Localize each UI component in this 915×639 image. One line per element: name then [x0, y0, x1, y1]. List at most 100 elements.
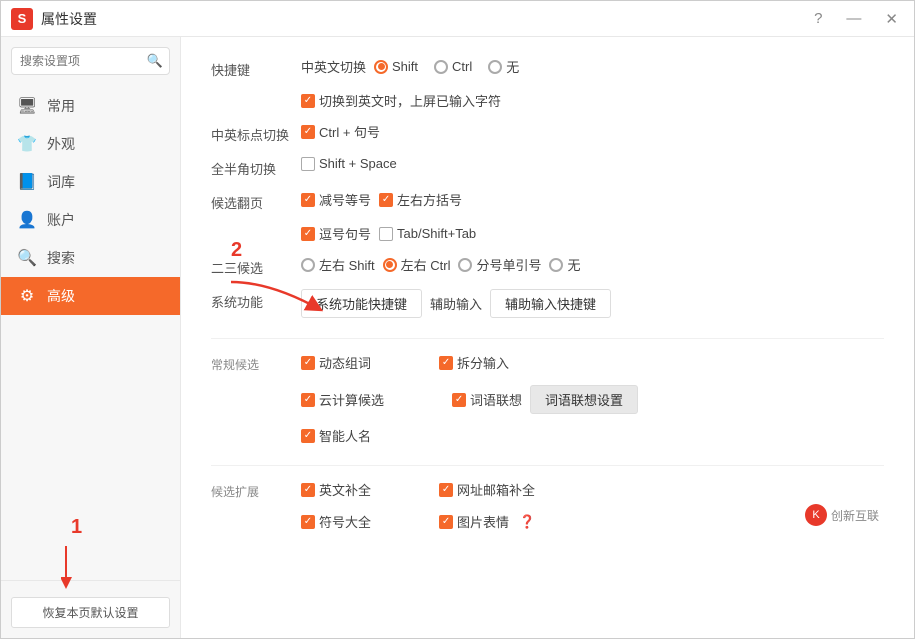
expand-row2: 符号大全 图片表情 ❓ [211, 512, 884, 531]
sidebar-item-appearance[interactable]: 👕 外观 [1, 125, 180, 163]
expand-cb4-box [439, 515, 453, 529]
sidebar-label-general: 常用 [47, 96, 75, 116]
punct-switch-content: Ctrl + 句号 [301, 122, 884, 141]
c23-radio2-circle [383, 258, 397, 272]
halfwidth-checkbox-box [301, 157, 315, 171]
radio-ctrl[interactable]: Ctrl [434, 59, 472, 74]
sidebar-item-search[interactable]: 🔍 搜索 [1, 239, 180, 277]
candidate-label: 常规候选 [211, 353, 301, 373]
pageturn-cb3[interactable]: 逗号句号 [301, 224, 371, 243]
help-icon: ❓ [519, 514, 535, 530]
content-wrapper: 快捷键 中英文切换 Shift Ctrl [211, 57, 884, 531]
pageturn-cb4[interactable]: Tab/Shift+Tab [379, 226, 476, 241]
expand-cb2-box [439, 483, 453, 497]
annotation-1: 1 [71, 516, 82, 539]
switch-checkbox[interactable]: 切换到英文时，上屏已输入字符 [301, 91, 501, 110]
expand-cb3-label: 符号大全 [319, 512, 371, 531]
sidebar-item-account[interactable]: 👤 账户 [1, 201, 180, 239]
expand-cb3[interactable]: 符号大全 [301, 512, 371, 531]
expand-cb1[interactable]: 英文补全 [301, 480, 371, 499]
pageturn-cb3-label: 逗号句号 [319, 224, 371, 243]
switch-checkbox-box [301, 94, 315, 108]
appearance-icon: 👕 [17, 134, 37, 154]
candidate-row3-content: 智能人名 [301, 426, 884, 445]
halfwidth-checkbox[interactable]: Shift + Space [301, 156, 397, 171]
search-icon: 🔍 [147, 53, 163, 69]
word-association-btn[interactable]: 词语联想设置 [530, 385, 638, 414]
cand-cb1[interactable]: 动态组词 [301, 353, 371, 372]
cand-cb5-box [301, 429, 315, 443]
c23-radio4-label: 无 [567, 255, 580, 274]
main-body: 🔍 🖥 常用 👕 外观 📘 词库 👤 账户 🔍 搜索 [1, 37, 914, 638]
sysfunc-label: 系统功能 [211, 289, 301, 311]
sidebar-item-advanced[interactable]: ⚙ 高级 [1, 277, 180, 315]
search-nav-icon: 🔍 [17, 248, 37, 268]
chinese-switch-row: 快捷键 中英文切换 Shift Ctrl [211, 57, 884, 79]
radio-shift[interactable]: Shift [374, 59, 418, 74]
pageturn-cb2[interactable]: 左右方括号 [379, 190, 462, 209]
pageturn-cb4-box [379, 227, 393, 241]
watermark-text: 创新互联 [831, 507, 879, 524]
advanced-icon: ⚙ [17, 286, 37, 306]
cand-cb2[interactable]: 拆分输入 [439, 353, 509, 372]
radio-shift-circle [374, 60, 388, 74]
halfwidth-label: 全半角切换 [211, 156, 301, 178]
restore-defaults-button[interactable]: 恢复本页默认设置 [11, 597, 170, 628]
sysfunc-shortcut-btn[interactable]: 系统功能快捷键 [301, 289, 422, 318]
expand-row1: 候选扩展 英文补全 网址邮箱补全 [211, 480, 884, 500]
cand-cb4[interactable]: 词语联想 [452, 390, 522, 409]
radio-ctrl-circle [434, 60, 448, 74]
sidebar: 🔍 🖥 常用 👕 外观 📘 词库 👤 账户 🔍 搜索 [1, 37, 181, 638]
sidebar-label-appearance: 外观 [47, 134, 75, 154]
expand-cb4-label: 图片表情 [457, 512, 509, 531]
cand-cb5[interactable]: 智能人名 [301, 426, 371, 445]
radio-none-circle [488, 60, 502, 74]
shortcut-label: 快捷键 [211, 57, 301, 79]
pageturn-cb3-box [301, 227, 315, 241]
c23-radio1-circle [301, 258, 315, 272]
c23-radio3-circle [458, 258, 472, 272]
c23-radio1[interactable]: 左右 Shift [301, 255, 375, 274]
sidebar-item-general[interactable]: 🖥 常用 [1, 87, 180, 125]
switch-checkbox-label: 切换到英文时，上屏已输入字符 [319, 91, 501, 110]
c23-radio2[interactable]: 左右 Ctrl [383, 255, 451, 274]
punct-checkbox[interactable]: Ctrl + 句号 [301, 122, 380, 141]
candidate-row2: 云计算候选 词语联想 词语联想设置 [211, 385, 884, 414]
candidate-row1-content: 动态组词 拆分输入 [301, 353, 884, 372]
switch-checkbox-row: 切换到英文时，上屏已输入字符 [211, 91, 884, 110]
punct-switch-text: Ctrl + 句号 [319, 122, 380, 141]
cand-cb2-box [439, 356, 453, 370]
cand-cb3-label: 云计算候选 [319, 390, 384, 409]
c23-radio4[interactable]: 无 [549, 255, 580, 274]
help-button[interactable]: ? [808, 8, 828, 29]
c23-radio3[interactable]: 分号单引号 [458, 255, 541, 274]
radio-none[interactable]: 无 [488, 57, 519, 76]
sidebar-label-lexicon: 词库 [47, 172, 75, 192]
pageturn-cb2-box [379, 193, 393, 207]
pageturn-cb1-label: 减号等号 [319, 190, 371, 209]
halfwidth-row: 全半角切换 Shift + Space [211, 156, 884, 178]
cand-cb4-box [452, 393, 466, 407]
expand-cb3-box [301, 515, 315, 529]
content-area: 快捷键 中英文切换 Shift Ctrl [181, 37, 914, 638]
c23-radio4-circle [549, 258, 563, 272]
minimize-button[interactable]: — [840, 8, 867, 29]
assist-shortcut-btn[interactable]: 辅助输入快捷键 [490, 289, 611, 318]
chinese-switch-label: 中英文切换 [301, 57, 366, 76]
expand-row2-spacer [211, 512, 301, 515]
expand-cb1-box [301, 483, 315, 497]
expand-cb4[interactable]: 图片表情 [439, 512, 509, 531]
close-button[interactable]: ✕ [879, 8, 904, 30]
expand-row2-content: 符号大全 图片表情 ❓ [301, 512, 884, 531]
sidebar-label-advanced: 高级 [47, 286, 75, 306]
window-title: 属性设置 [41, 9, 97, 29]
cand-cb3[interactable]: 云计算候选 [301, 390, 384, 409]
sidebar-item-lexicon[interactable]: 📘 词库 [1, 163, 180, 201]
assist-label: 辅助输入 [430, 294, 482, 313]
watermark-logo-text: K [812, 509, 819, 521]
title-bar: S 属性设置 ? — ✕ [1, 1, 914, 37]
sysfunc-row: 系统功能 系统功能快捷键 辅助输入 辅助输入快捷键 2 [211, 289, 884, 318]
pageturn-cb1[interactable]: 减号等号 [301, 190, 371, 209]
expand-cb2[interactable]: 网址邮箱补全 [439, 480, 535, 499]
watermark-logo: K [805, 504, 827, 526]
